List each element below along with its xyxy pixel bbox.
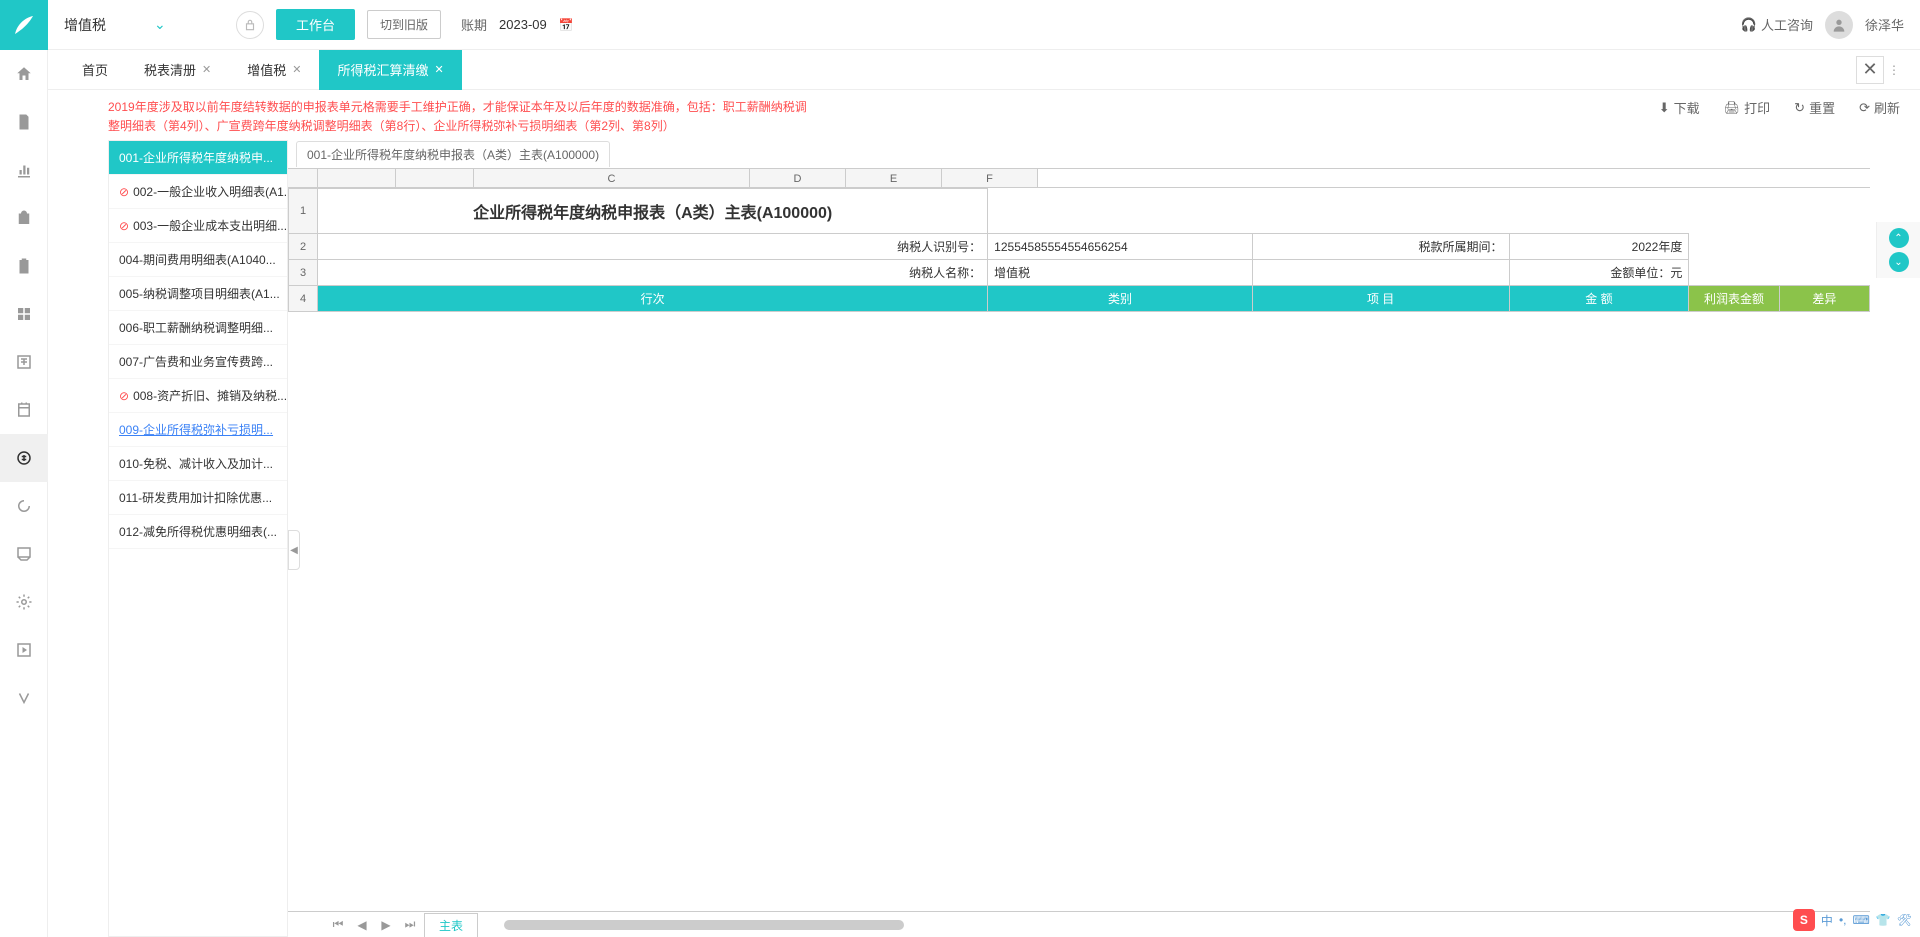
warning-icon: ⊘	[119, 389, 129, 403]
form-list-item[interactable]: 007-广告费和业务宣传费跨...	[109, 345, 287, 379]
ime-tool-icon[interactable]: 🛠	[1897, 913, 1912, 927]
tab-item[interactable]: 增值税✕	[229, 50, 319, 90]
form-list-item[interactable]: ⊘003-一般企业成本支出明细...	[109, 209, 287, 243]
form-list-item[interactable]: ⊘008-资产折旧、摊销及纳税...	[109, 379, 287, 413]
tax-period[interactable]: 2022年度	[1509, 234, 1689, 260]
form-list-item[interactable]: 012-减免所得税优惠明细表(...	[109, 515, 287, 549]
column-headers: C D E F	[288, 168, 1870, 188]
nav-doc-icon[interactable]	[0, 98, 48, 146]
form-list-item[interactable]: 009-企业所得税弥补亏损明...	[109, 413, 287, 447]
user-avatar[interactable]	[1825, 11, 1853, 39]
tab-close-icon[interactable]: ✕	[202, 63, 211, 76]
period-label: 账期	[461, 15, 487, 34]
sheet-tab-title[interactable]: 001-企业所得税年度纳税申报表（A类）主表(A100000)	[296, 141, 610, 167]
switch-old-button[interactable]: 切到旧版	[367, 10, 441, 39]
topbar: 增值税 ⌄ 工作台 切到旧版 账期 2023-09 📅 🎧 人工咨询 徐泽华	[48, 0, 1920, 50]
reset-button[interactable]: ↻重置	[1794, 98, 1835, 117]
sheet-footer-tab[interactable]: 主表	[424, 913, 478, 937]
print-icon: 🖨	[1724, 100, 1741, 116]
ime-bar: S 中 •, ⌨ 👕 🛠	[1793, 909, 1912, 931]
nav-clipboard-icon[interactable]	[0, 242, 48, 290]
nav-gear-icon[interactable]	[0, 578, 48, 626]
ime-logo-icon[interactable]: S	[1793, 909, 1815, 931]
collapse-sidebar-handle[interactable]: ◀	[288, 530, 300, 570]
alert-message: 2019年度涉及取以前年度结转数据的申报表单元格需要手工维护正确，才能保证本年及…	[108, 98, 808, 136]
nav-play-icon[interactable]	[0, 626, 48, 674]
form-list-item[interactable]: 005-纳税调整项目明细表(A1...	[109, 277, 287, 311]
sheet-nav-first[interactable]: ⏮	[328, 917, 348, 932]
warning-icon: ⊘	[119, 185, 129, 199]
tabs-bar: 首页税表清册✕增值税✕所得税汇算清缴✕ ✕ ⋮	[48, 50, 1920, 90]
sheet-nav-next[interactable]: ▶	[376, 918, 396, 932]
close-all-tabs-button[interactable]: ✕	[1856, 56, 1884, 84]
taxpayer-name[interactable]: 增值税	[988, 260, 1253, 286]
year-scroll-up[interactable]: ⌃	[1889, 228, 1909, 248]
help-link[interactable]: 🎧 人工咨询	[1741, 15, 1813, 34]
company-name: 增值税	[64, 15, 106, 35]
sheet-footer: ⏮ ◀ ▶ ⏭ 主表	[288, 911, 1870, 937]
warning-icon: ⊘	[119, 219, 129, 233]
ime-lang[interactable]: 中	[1821, 912, 1833, 929]
nav-v-icon[interactable]	[0, 674, 48, 722]
taxpayer-id[interactable]: 125545855545546562​54	[988, 234, 1253, 260]
nav-home-icon[interactable]	[0, 50, 48, 98]
refresh-icon: ⟳	[1859, 100, 1870, 116]
username: 徐泽华	[1865, 15, 1904, 34]
workbench-button[interactable]: 工作台	[276, 9, 355, 40]
sheet-nav-prev[interactable]: ◀	[352, 918, 372, 932]
nav-calendar-icon[interactable]	[0, 386, 48, 434]
nav-inbox-icon[interactable]	[0, 530, 48, 578]
form-list-item[interactable]: 006-职工薪酬纳税调整明细...	[109, 311, 287, 345]
tab-item[interactable]: 首页	[64, 50, 126, 90]
period-value[interactable]: 2023-09	[499, 17, 547, 32]
form-list-item[interactable]: 004-期间费用明细表(A1040...	[109, 243, 287, 277]
ime-keyboard-icon[interactable]: ⌨	[1852, 913, 1869, 927]
form-list-item[interactable]: ⊘002-一般企业收入明细表(A1...	[109, 175, 287, 209]
form-list-item[interactable]: 001-企业所得税年度纳税申...	[109, 141, 287, 175]
nav-refresh-icon[interactable]	[0, 482, 48, 530]
reset-icon: ↻	[1794, 100, 1805, 116]
download-button[interactable]: ⬇下载	[1659, 98, 1700, 117]
headset-icon: 🎧	[1741, 17, 1757, 33]
form-list: 001-企业所得税年度纳税申...⊘002-一般企业收入明细表(A1...⊘00…	[108, 140, 288, 937]
ime-skin-icon[interactable]: 👕	[1876, 913, 1891, 927]
lock-icon[interactable]	[236, 11, 264, 39]
sheet-title: 企业所得税年度纳税申报表（A类）主表(A100000)	[318, 189, 988, 234]
nav-bag-icon[interactable]	[0, 194, 48, 242]
tab-item[interactable]: 税表清册✕	[126, 50, 229, 90]
app-logo[interactable]	[0, 0, 48, 50]
year-panel: ⌃ ⌄	[1876, 222, 1920, 278]
download-icon: ⬇	[1659, 100, 1670, 116]
refresh-button[interactable]: ⟳刷新	[1859, 98, 1900, 117]
print-button[interactable]: 🖨打印	[1724, 98, 1771, 117]
tab-item[interactable]: 所得税汇算清缴✕	[319, 50, 461, 90]
nav-coin-icon[interactable]	[0, 434, 48, 482]
horizontal-scrollbar[interactable]	[502, 918, 1870, 932]
sheet-nav-last[interactable]: ⏭	[400, 917, 420, 932]
ime-punct-icon[interactable]: •,	[1839, 913, 1847, 927]
chevron-down-icon: ⌄	[154, 16, 166, 33]
form-list-item[interactable]: 011-研发费用加计扣除优惠...	[109, 481, 287, 515]
toolbar: ⬇下载 🖨打印 ↻重置 ⟳刷新	[1659, 98, 1900, 117]
nav-chinese-icon[interactable]	[0, 338, 48, 386]
tab-close-icon[interactable]: ✕	[435, 63, 444, 76]
form-list-item[interactable]: 010-免税、减计收入及加计...	[109, 447, 287, 481]
year-scroll-down[interactable]: ⌄	[1889, 252, 1909, 272]
nav-grid-icon[interactable]	[0, 290, 48, 338]
sidebar-nav	[0, 0, 48, 937]
calendar-icon[interactable]: 📅	[559, 18, 574, 32]
nav-chart-icon[interactable]	[0, 146, 48, 194]
tab-close-icon[interactable]: ✕	[292, 63, 301, 76]
tabs-menu-icon[interactable]: ⋮	[1884, 63, 1904, 77]
company-selector[interactable]: 增值税 ⌄	[64, 15, 224, 35]
